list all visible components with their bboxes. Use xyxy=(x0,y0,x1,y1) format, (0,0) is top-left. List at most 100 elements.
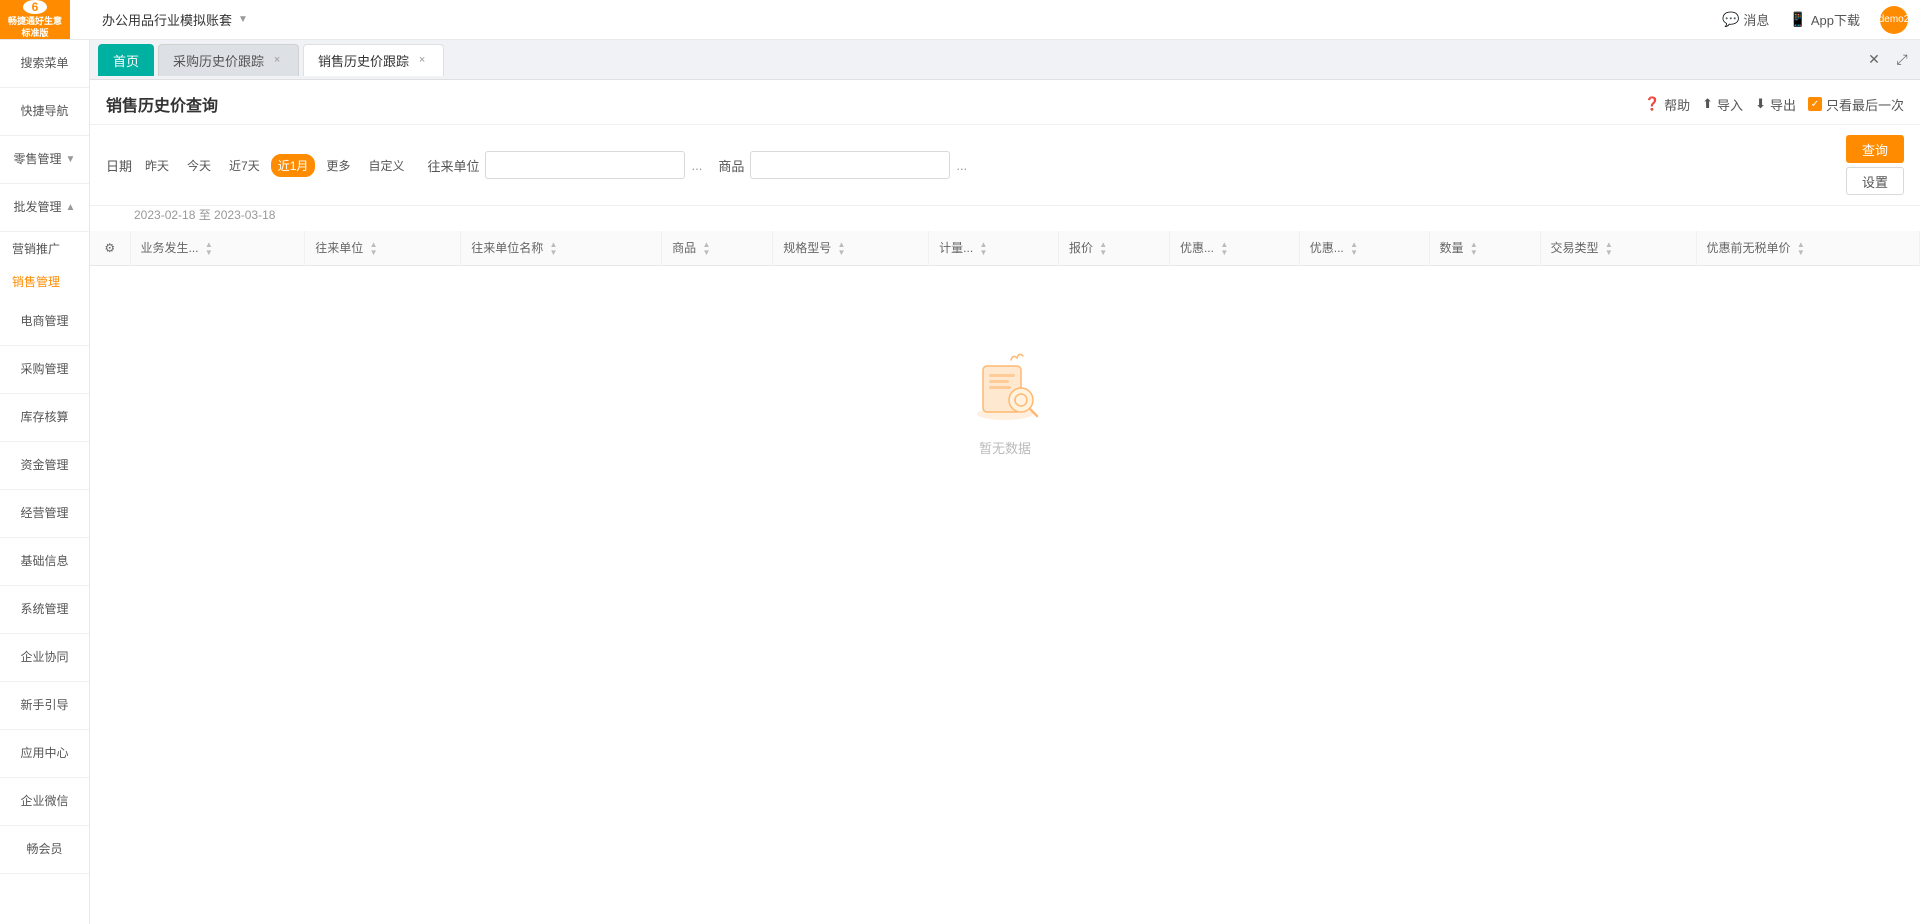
date-btn-more[interactable]: 更多 xyxy=(319,154,357,177)
col-discount1[interactable]: 优惠... ▲▼ xyxy=(1169,231,1299,265)
export-icon: ⬇ xyxy=(1755,96,1766,112)
sidebar-item-marketing[interactable]: 营销推广 xyxy=(0,232,89,265)
partner-filter-group: 往来单位 ... xyxy=(427,151,702,179)
top-bar-right: 💬 消息 📱 App下载 demo2 xyxy=(1722,6,1908,34)
import-button[interactable]: ⬆ 导入 xyxy=(1702,95,1743,114)
help-icon: ❓ xyxy=(1644,96,1660,112)
app-logo[interactable]: 6 畅捷通好生意 标准版 xyxy=(0,0,70,39)
date-btn-yesterday[interactable]: 昨天 xyxy=(138,154,176,177)
partner-input[interactable] xyxy=(485,151,685,179)
sidebar-item-quick-nav[interactable]: 快捷导航 xyxy=(0,88,89,136)
col-goods[interactable]: 商品 ▲▼ xyxy=(662,231,773,265)
col-unit[interactable]: 计量... ▲▼ xyxy=(929,231,1059,265)
sort-partner-name-icon: ▲▼ xyxy=(550,241,558,257)
sidebar-item-app-center[interactable]: 应用中心 xyxy=(0,730,89,778)
page-content: 销售历史价查询 ❓ 帮助 ⬆ 导入 ⬇ 导出 ✓ xyxy=(90,80,1920,924)
message-nav[interactable]: 💬 消息 xyxy=(1722,10,1769,29)
tab-sales-label: 销售历史价跟踪 xyxy=(318,51,409,70)
col-partner-name[interactable]: 往来单位名称 ▲▼ xyxy=(461,231,662,265)
sidebar-operations-label: 经营管理 xyxy=(20,506,68,522)
only-last-checkbox-label[interactable]: ✓ 只看最后一次 xyxy=(1808,95,1904,114)
col-partner-code[interactable]: 往来单位 ▲▼ xyxy=(305,231,461,265)
sidebar-item-wholesale[interactable]: 批发管理 ▲ xyxy=(0,184,89,232)
sidebar-item-basic-info[interactable]: 基础信息 xyxy=(0,538,89,586)
tab-sales[interactable]: 销售历史价跟踪 × xyxy=(303,44,444,76)
date-btn-today[interactable]: 今天 xyxy=(180,154,218,177)
date-btn-custom[interactable]: 自定义 xyxy=(361,154,411,177)
sidebar-item-purchase[interactable]: 采购管理 xyxy=(0,346,89,394)
download-icon: 📱 xyxy=(1789,11,1806,28)
col-discount2[interactable]: 优惠... ▲▼ xyxy=(1299,231,1429,265)
sidebar-item-system[interactable]: 系统管理 xyxy=(0,586,89,634)
page-title: 销售历史价查询 xyxy=(106,92,218,116)
sidebar-appcenter-label: 应用中心 xyxy=(20,746,68,762)
sidebar-enterprise-label: 企业协同 xyxy=(20,650,68,666)
export-button[interactable]: ⬇ 导出 xyxy=(1755,95,1796,114)
col-pretax-price[interactable]: 优惠前无税单价 ▲▼ xyxy=(1696,231,1919,265)
sidebar-search-label: 搜索菜单 xyxy=(20,56,68,72)
logo-icon: 6 xyxy=(23,0,47,14)
sidebar-wholesale-label: 批发管理 xyxy=(14,200,62,216)
sort-partner-code-icon: ▲▼ xyxy=(370,241,378,257)
date-btn-7days[interactable]: 近7天 xyxy=(222,154,267,177)
sidebar-item-retail[interactable]: 零售管理 ▼ xyxy=(0,136,89,184)
sidebar-item-member[interactable]: 畅会员 xyxy=(0,826,89,874)
sidebar-item-finance[interactable]: 资金管理 xyxy=(0,442,89,490)
tab-home[interactable]: 首页 xyxy=(98,44,154,76)
tab-sales-close[interactable]: × xyxy=(415,53,429,67)
sort-qty-icon: ▲▼ xyxy=(1470,241,1478,257)
partner-dots[interactable]: ... xyxy=(691,158,702,173)
sidebar-item-ecommerce[interactable]: 电商管理 xyxy=(0,298,89,346)
help-button[interactable]: ❓ 帮助 xyxy=(1644,95,1690,114)
tab-purchase-close[interactable]: × xyxy=(270,53,284,67)
table-container: ⚙ 业务发生... ▲▼ 往来单位 ▲▼ 往来单位名称 ▲ xyxy=(90,231,1920,537)
date-buttons: 昨天 今天 近7天 近1月 更多 自定义 xyxy=(138,154,411,177)
date-btn-1month[interactable]: 近1月 xyxy=(271,154,316,177)
sidebar-item-guide[interactable]: 新手引导 xyxy=(0,682,89,730)
goods-dots[interactable]: ... xyxy=(956,158,967,173)
goods-filter-group: 商品 ... xyxy=(718,151,967,179)
col-price[interactable]: 报价 ▲▼ xyxy=(1058,231,1169,265)
empty-state: 暂无数据 xyxy=(90,266,1920,537)
sidebar-item-search[interactable]: 搜索菜单 xyxy=(0,40,89,88)
col-biz-date[interactable]: 业务发生... ▲▼ xyxy=(130,231,305,265)
table-header-row: ⚙ 业务发生... ▲▼ 往来单位 ▲▼ 往来单位名称 ▲ xyxy=(90,231,1920,265)
sidebar-item-enterprise[interactable]: 企业协同 xyxy=(0,634,89,682)
col-trade-type[interactable]: 交易类型 ▲▼ xyxy=(1540,231,1696,265)
only-last-checkbox[interactable]: ✓ xyxy=(1808,97,1822,111)
sidebar-purchase-label: 采购管理 xyxy=(20,362,68,378)
workspace-title: 办公用品行业模拟账套 ▼ xyxy=(102,10,248,29)
user-nav[interactable]: demo2 xyxy=(1880,6,1908,34)
sort-biz-date-icon: ▲▼ xyxy=(205,241,213,257)
tab-bar: 首页 采购历史价跟踪 × 销售历史价跟踪 × ✕ ⤢ xyxy=(90,40,1920,80)
query-button[interactable]: 查询 xyxy=(1846,135,1904,163)
wholesale-expand-icon: ▲ xyxy=(66,202,76,213)
app-subtitle: 标准版 xyxy=(21,26,48,39)
col-qty[interactable]: 数量 ▲▼ xyxy=(1429,231,1540,265)
import-icon: ⬆ xyxy=(1702,96,1713,112)
sidebar-finance-label: 资金管理 xyxy=(20,458,68,474)
sort-discount2-icon: ▲▼ xyxy=(1350,241,1358,257)
goods-input[interactable] xyxy=(750,151,950,179)
tab-close-all-button[interactable]: ✕ xyxy=(1864,50,1884,70)
tab-expand-button[interactable]: ⤢ xyxy=(1892,50,1912,70)
settings-button[interactable]: 设置 xyxy=(1846,167,1904,195)
col-settings[interactable]: ⚙ xyxy=(90,231,130,265)
tab-bar-actions: ✕ ⤢ xyxy=(1864,50,1912,70)
download-nav[interactable]: 📱 App下载 xyxy=(1789,10,1860,29)
sidebar-item-wechat[interactable]: 企业微信 xyxy=(0,778,89,826)
sidebar-item-operations[interactable]: 经营管理 xyxy=(0,490,89,538)
sort-trade-type-icon: ▲▼ xyxy=(1605,241,1613,257)
tab-purchase[interactable]: 采购历史价跟踪 × xyxy=(158,44,299,76)
sidebar-ecommerce-label: 电商管理 xyxy=(20,314,68,330)
sidebar-item-inventory[interactable]: 库存核算 xyxy=(0,394,89,442)
page-header-actions: ❓ 帮助 ⬆ 导入 ⬇ 导出 ✓ 只看最后一次 xyxy=(1644,95,1904,114)
app-name: 畅捷通好生意 xyxy=(8,16,62,27)
sidebar-system-label: 系统管理 xyxy=(20,602,68,618)
col-spec[interactable]: 规格型号 ▲▼ xyxy=(773,231,929,265)
sidebar-quicknav-label: 快捷导航 xyxy=(20,104,68,120)
sidebar: 搜索菜单 快捷导航 零售管理 ▼ 批发管理 ▲ 营销推广 销售管理 电商管理 采… xyxy=(0,40,90,924)
workspace-dropdown-arrow[interactable]: ▼ xyxy=(238,14,248,25)
sidebar-item-sales-mgmt[interactable]: 销售管理 xyxy=(0,265,89,298)
empty-icon xyxy=(965,346,1045,426)
